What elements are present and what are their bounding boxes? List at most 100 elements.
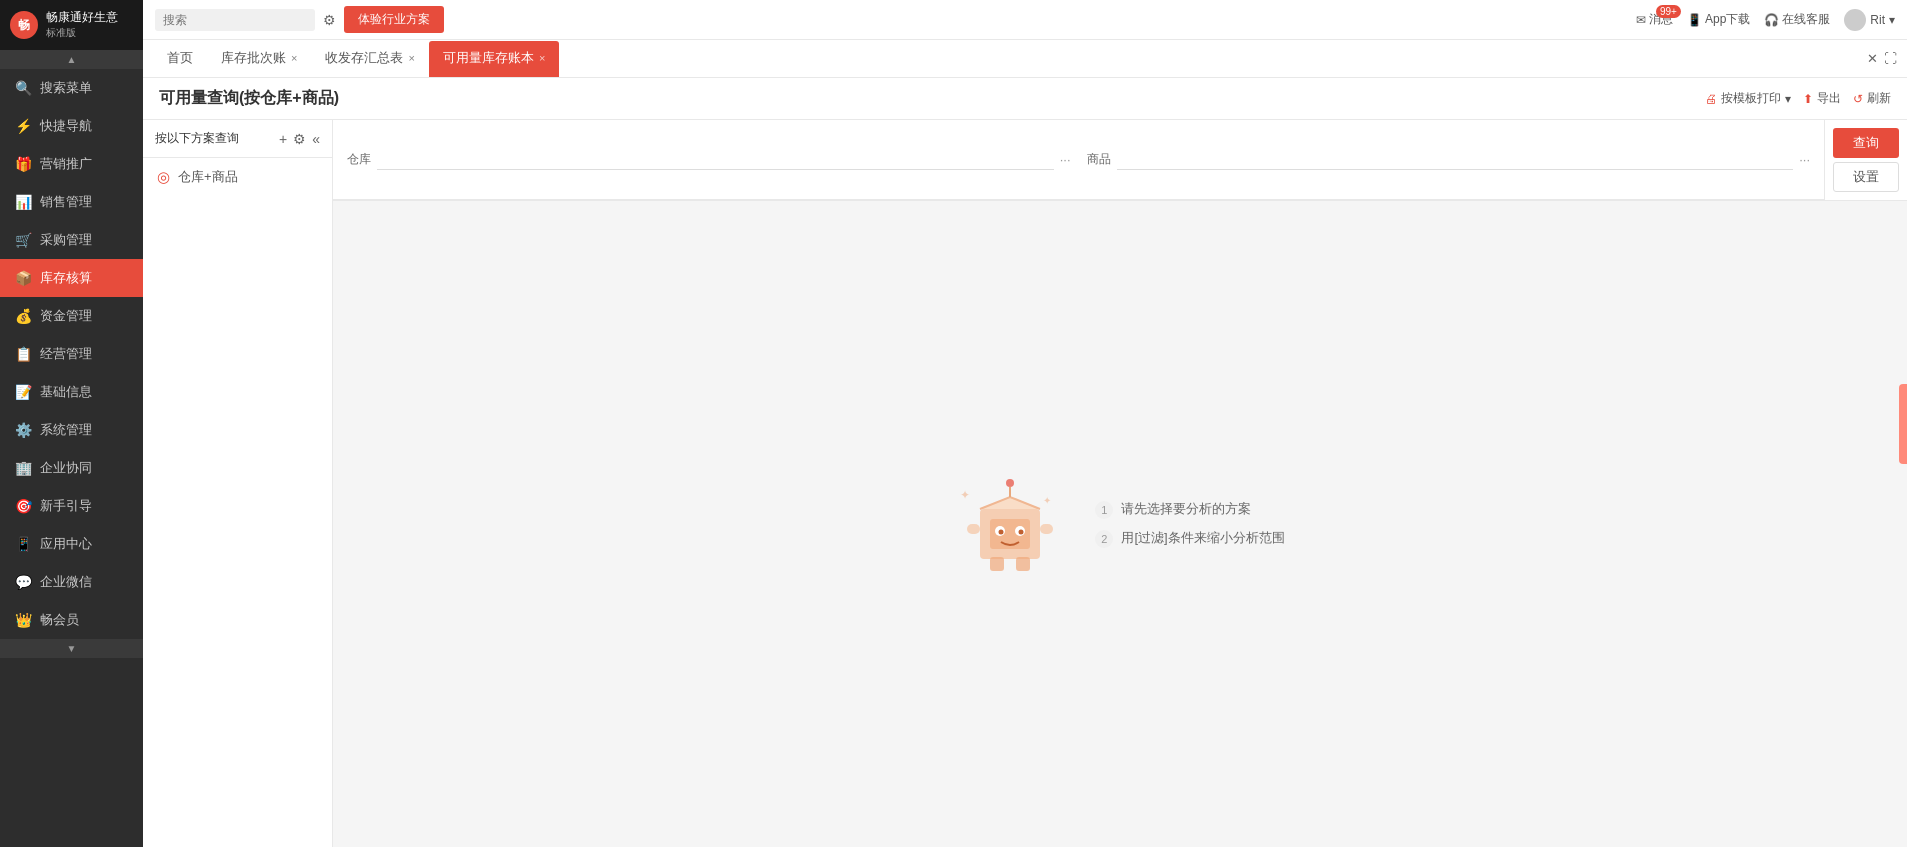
tab-available[interactable]: 可用量库存账本 × [429, 41, 559, 77]
sidebar-item-label-shortcut: 快捷导航 [40, 117, 92, 135]
sidebar-item-wechat[interactable]: 💬 企业微信 [0, 563, 143, 601]
sidebar-item-label-operation: 经营管理 [40, 345, 92, 363]
export-label: 导出 [1817, 90, 1841, 107]
empty-state: ✦ ✦ 1 请先选择要分析的方案 2 用[过滤]条件来缩小分析范围 [333, 201, 1907, 847]
print-template-button[interactable]: 🖨 按模板打印 ▾ [1705, 90, 1791, 107]
app-icon: 📱 [14, 536, 32, 552]
refresh-label: 刷新 [1867, 90, 1891, 107]
guide-icon: 🎯 [14, 498, 32, 514]
tab-batch-close[interactable]: × [291, 52, 297, 64]
service-icon: 🎧 [1764, 13, 1779, 27]
vip-icon: 👑 [14, 612, 32, 628]
left-scheme-panel: 按以下方案查询 + ⚙ « ◎ 仓库+商品 [143, 120, 333, 847]
sidebar-scroll-up[interactable]: ▲ [0, 50, 143, 69]
add-scheme-button[interactable]: + [279, 131, 287, 147]
warehouse-input[interactable] [377, 149, 1054, 170]
sidebar-item-guide[interactable]: 🎯 新手引导 [0, 487, 143, 525]
sidebar-item-label-marketing: 营销推广 [40, 155, 92, 173]
tab-home[interactable]: 首页 [153, 41, 207, 77]
purchase-icon: 🛒 [14, 232, 32, 248]
warehouse-label: 仓库 [347, 151, 371, 168]
sidebar-item-vip[interactable]: 👑 畅会员 [0, 601, 143, 639]
sidebar-item-system[interactable]: ⚙️ 系统管理 [0, 411, 143, 449]
sidebar-item-operation[interactable]: 📋 经营管理 [0, 335, 143, 373]
online-service-button[interactable]: 🎧 在线客服 [1764, 11, 1830, 28]
svg-point-7 [1006, 479, 1014, 487]
search-icon: 🔍 [14, 80, 32, 96]
sidebar-item-purchase[interactable]: 🛒 采购管理 [0, 221, 143, 259]
tab-summary[interactable]: 收发存汇总表 × [311, 41, 428, 77]
sidebar-item-shortcut[interactable]: ⚡ 快捷导航 [0, 107, 143, 145]
svg-rect-8 [967, 524, 980, 534]
sidebar-item-inventory[interactable]: 📦 库存核算 [0, 259, 143, 297]
expand-tab-icon[interactable]: ⛶ [1884, 51, 1897, 66]
enterprise-icon: 🏢 [14, 460, 32, 476]
app-download-button[interactable]: 📱 App下载 [1687, 11, 1750, 28]
svg-text:✦: ✦ [1043, 495, 1051, 506]
tip-text-1: 请先选择要分析的方案 [1121, 500, 1251, 518]
scheme-settings-icon[interactable]: ⚙ [293, 131, 306, 147]
svg-point-4 [999, 530, 1004, 535]
goods-filter: 商品 ··· [1087, 149, 1811, 170]
close-tab-icon[interactable]: ✕ [1867, 51, 1878, 66]
sidebar-item-search[interactable]: 🔍 搜索菜单 [0, 69, 143, 107]
sidebar-brand: 畅康通好生意 标准版 [46, 10, 118, 40]
app-download-label: App下载 [1705, 11, 1750, 28]
sidebar: 畅 畅康通好生意 标准版 ▲ 🔍 搜索菜单 ⚡ 快捷导航 🎁 营销推广 📊 销售… [0, 0, 143, 847]
operation-icon: 📋 [14, 346, 32, 362]
sidebar-item-label-basic: 基础信息 [40, 383, 92, 401]
page-actions: 🖨 按模板打印 ▾ ⬆ 导出 ↺ 刷新 [1705, 90, 1891, 107]
left-panel-title: 按以下方案查询 [155, 130, 239, 147]
sidebar-item-label-wechat: 企业微信 [40, 573, 92, 591]
sidebar-item-capital[interactable]: 💰 资金管理 [0, 297, 143, 335]
goods-input[interactable] [1117, 149, 1794, 170]
message-button[interactable]: ✉ 消息 99+ [1636, 11, 1673, 28]
sidebar-item-label-guide: 新手引导 [40, 497, 92, 515]
scheme-list: ◎ 仓库+商品 [143, 158, 332, 196]
sidebar-item-label-app: 应用中心 [40, 535, 92, 553]
sidebar-item-label-system: 系统管理 [40, 421, 92, 439]
tab-available-label: 可用量库存账本 [443, 49, 534, 67]
export-button[interactable]: ⬆ 导出 [1803, 90, 1841, 107]
content-area: 按以下方案查询 + ⚙ « ◎ 仓库+商品 仓库 ··· [143, 120, 1907, 847]
scroll-indicator [1899, 384, 1907, 464]
tip-text-2: 用[过滤]条件来缩小分析范围 [1121, 529, 1284, 547]
print-icon: 🖨 [1705, 92, 1717, 106]
sidebar-item-label-purchase: 采购管理 [40, 231, 92, 249]
tab-summary-label: 收发存汇总表 [325, 49, 403, 67]
refresh-button[interactable]: ↺ 刷新 [1853, 90, 1891, 107]
settings-button[interactable]: 设置 [1833, 162, 1899, 192]
sidebar-item-app[interactable]: 📱 应用中心 [0, 525, 143, 563]
export-icon: ⬆ [1803, 92, 1813, 106]
warehouse-filter: 仓库 ··· [347, 149, 1071, 170]
scheme-item-warehouse_goods[interactable]: ◎ 仓库+商品 [143, 158, 332, 196]
sidebar-scroll-down[interactable]: ▼ [0, 639, 143, 658]
warehouse-more-icon[interactable]: ··· [1060, 152, 1071, 167]
sales-icon: 📊 [14, 194, 32, 210]
sidebar-item-label-enterprise: 企业协同 [40, 459, 92, 477]
sidebar-logo: 畅 [10, 11, 38, 39]
tab-batch[interactable]: 库存批次账 × [207, 41, 311, 77]
page-header: 可用量查询(按仓库+商品) 🖨 按模板打印 ▾ ⬆ 导出 ↺ 刷新 [143, 78, 1907, 120]
sidebar-item-sales[interactable]: 📊 销售管理 [0, 183, 143, 221]
trial-industry-button[interactable]: 体验行业方案 [344, 6, 444, 33]
query-button[interactable]: 查询 [1833, 128, 1899, 158]
sidebar-item-basic[interactable]: 📝 基础信息 [0, 373, 143, 411]
gear-icon[interactable]: ⚙ [323, 12, 336, 28]
marketing-icon: 🎁 [14, 156, 32, 172]
collapse-panel-icon[interactable]: « [312, 131, 320, 147]
scheme-icon-warehouse_goods: ◎ [157, 168, 170, 186]
tab-available-close[interactable]: × [539, 52, 545, 64]
sidebar-item-marketing[interactable]: 🎁 营销推广 [0, 145, 143, 183]
shortcut-icon: ⚡ [14, 118, 32, 134]
empty-illustration: ✦ ✦ [955, 469, 1065, 579]
svg-text:✦: ✦ [960, 488, 970, 502]
topbar-search-input[interactable] [155, 9, 315, 31]
sidebar-item-enterprise[interactable]: 🏢 企业协同 [0, 449, 143, 487]
tab-summary-close[interactable]: × [408, 52, 414, 64]
user-menu[interactable]: Rit ▾ [1844, 9, 1895, 31]
empty-tip-1: 1 请先选择要分析的方案 [1095, 500, 1284, 519]
goods-more-icon[interactable]: ··· [1799, 152, 1810, 167]
svg-point-5 [1019, 530, 1024, 535]
action-buttons: 查询 设置 [1824, 120, 1907, 200]
